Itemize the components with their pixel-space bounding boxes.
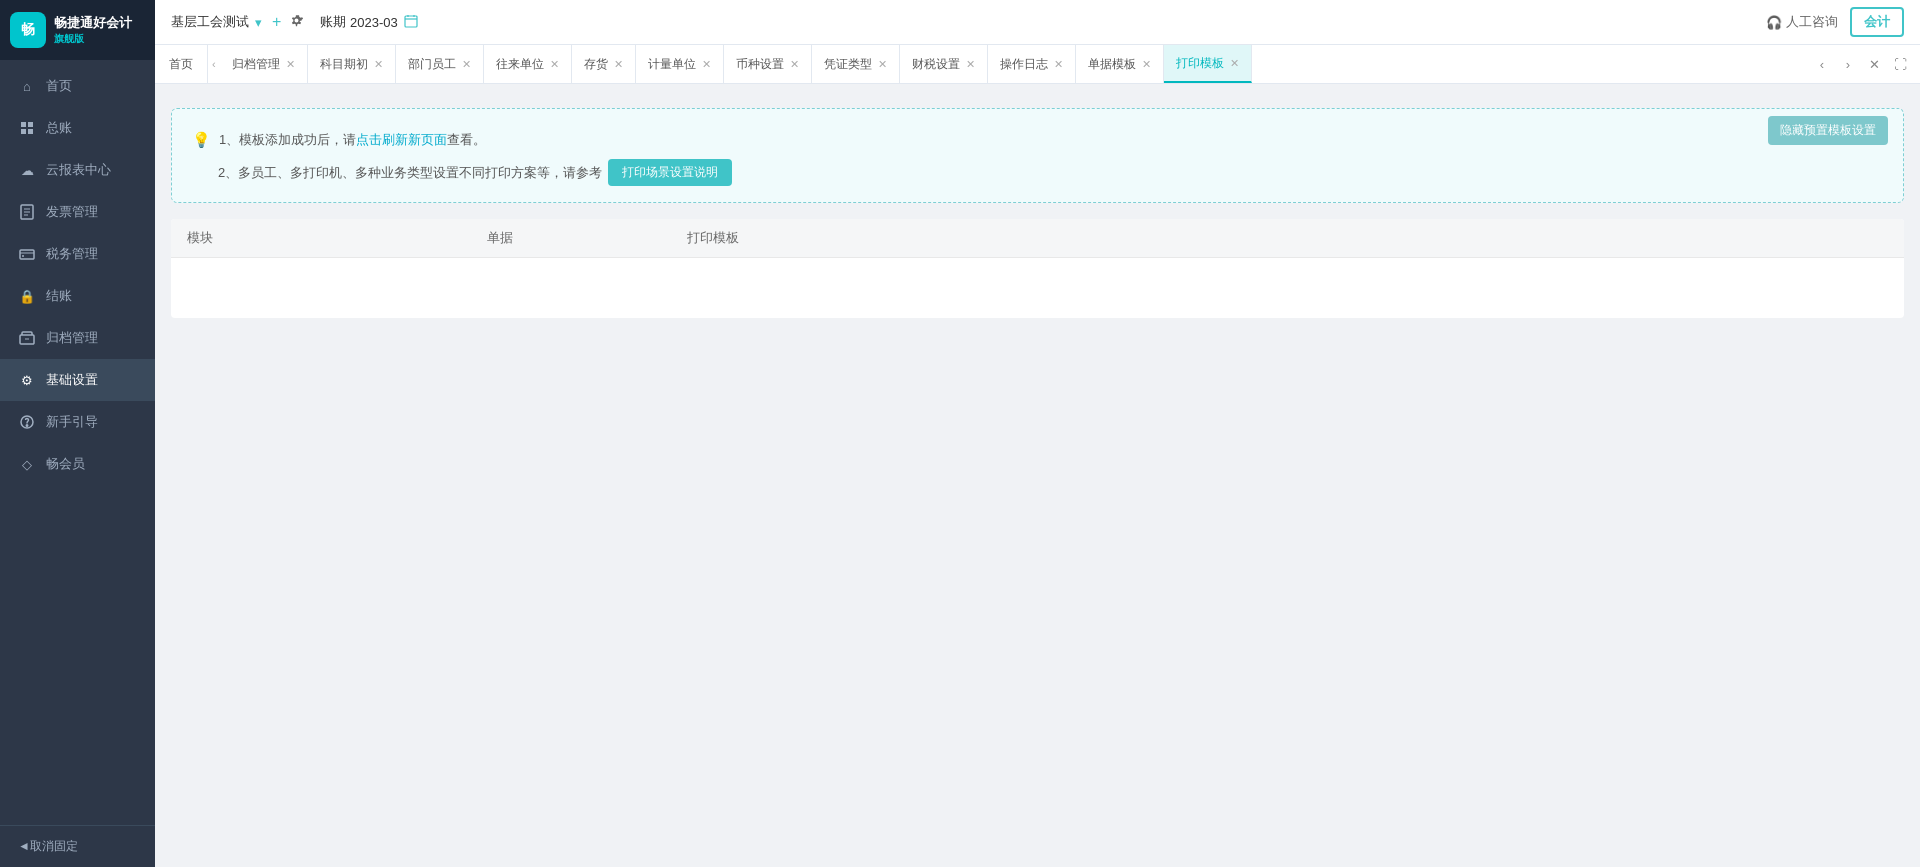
- table-header: 模块 单据 打印模板: [171, 219, 1904, 258]
- sidebar-item-member[interactable]: ◇ 畅会员: [0, 443, 155, 485]
- tab-inventory[interactable]: 存货 ✕: [572, 45, 636, 83]
- main-area: 基层工会测试 ▾ + 账期 2023-03 🎧 人工咨询: [155, 0, 1920, 867]
- notice-line-1: 💡 1、模板添加成功后，请 点击刷新新页面 查看。: [192, 125, 1883, 155]
- refresh-page-link[interactable]: 点击刷新新页面: [356, 127, 447, 153]
- svg-point-14: [26, 425, 28, 427]
- tab-single-form[interactable]: 单据模板 ✕: [1076, 45, 1164, 83]
- close-inventory-icon[interactable]: ✕: [614, 58, 623, 71]
- print-scene-setup-button[interactable]: 打印场景设置说明: [608, 159, 732, 186]
- company-name: 基层工会测试: [171, 13, 249, 31]
- tab-operation-log[interactable]: 操作日志 ✕: [988, 45, 1076, 83]
- tab-controls: ‹ › ✕ ⛶: [1802, 52, 1920, 76]
- period-label: 账期: [320, 13, 346, 31]
- tab-home[interactable]: 首页: [155, 45, 208, 83]
- tab-tax-settings[interactable]: 财税设置 ✕: [900, 45, 988, 83]
- table-header-print-template: 打印模板: [671, 219, 1904, 257]
- tab-close-all-button[interactable]: ✕: [1862, 52, 1886, 76]
- data-table: 模块 单据 打印模板: [171, 219, 1904, 318]
- top-bar-actions: +: [272, 13, 304, 31]
- tab-dept-staff[interactable]: 部门员工 ✕: [396, 45, 484, 83]
- sidebar-item-archive[interactable]: 归档管理: [0, 317, 155, 359]
- tab-nav-left-icon[interactable]: ‹: [208, 58, 220, 70]
- settings-gear-icon[interactable]: [289, 13, 304, 31]
- tab-next-button[interactable]: ›: [1836, 52, 1860, 76]
- sidebar: 畅 畅捷通好会计 旗舰版 ⌂ 首页 总账 ☁ 云报表中心: [0, 0, 155, 867]
- close-counterpart-icon[interactable]: ✕: [550, 58, 559, 71]
- svg-rect-2: [21, 129, 26, 134]
- tab-print-template[interactable]: 打印模板 ✕: [1164, 45, 1252, 83]
- close-subject-init-icon[interactable]: ✕: [374, 58, 383, 71]
- sidebar-item-reports[interactable]: ☁ 云报表中心: [0, 149, 155, 191]
- tab-subject-init[interactable]: 科目期初 ✕: [308, 45, 396, 83]
- svg-point-10: [22, 255, 24, 257]
- home-icon: ⌂: [18, 77, 36, 95]
- notice-line-2: 2、多员工、多打印机、多种业务类型设置不同打印方案等，请参考 打印场景设置说明: [192, 159, 1883, 186]
- lock-icon: 🔒: [18, 287, 36, 305]
- account-button[interactable]: 会计: [1850, 7, 1904, 37]
- top-bar: 基层工会测试 ▾ + 账期 2023-03 🎧 人工咨询: [155, 0, 1920, 45]
- logo-text: 畅捷通好会计 旗舰版: [54, 15, 132, 45]
- close-currency-icon[interactable]: ✕: [790, 58, 799, 71]
- svg-rect-8: [20, 250, 34, 259]
- sidebar-item-home[interactable]: ⌂ 首页: [0, 65, 155, 107]
- settings-icon: ⚙: [18, 371, 36, 389]
- bulb-icon: 💡: [192, 125, 211, 155]
- svg-rect-0: [21, 122, 26, 127]
- customer-service-button[interactable]: 🎧 人工咨询: [1766, 13, 1838, 31]
- headset-icon: 🎧: [1766, 15, 1782, 30]
- guide-icon: [18, 413, 36, 431]
- add-tab-button[interactable]: +: [272, 13, 281, 31]
- tab-voucher-type[interactable]: 凭证类型 ✕: [812, 45, 900, 83]
- svg-rect-3: [28, 129, 33, 134]
- hide-preview-template-button[interactable]: 隐藏预置模板设置: [1768, 116, 1888, 145]
- tax-icon: [18, 245, 36, 263]
- close-measure-unit-icon[interactable]: ✕: [702, 58, 711, 71]
- close-dept-staff-icon[interactable]: ✕: [462, 58, 471, 71]
- calendar-icon[interactable]: [404, 14, 418, 31]
- member-icon: ◇: [18, 455, 36, 473]
- logo-icon: 畅: [10, 12, 46, 48]
- cloud-icon: ☁: [18, 161, 36, 179]
- top-bar-right: 🎧 人工咨询 会计: [1766, 7, 1904, 37]
- company-chevron-icon: ▾: [255, 15, 262, 30]
- sidebar-logo: 畅 畅捷通好会计 旗舰版: [0, 0, 155, 60]
- archive-icon: [18, 329, 36, 347]
- period-value: 2023-03: [350, 15, 398, 30]
- ledger-icon: [18, 119, 36, 137]
- sidebar-nav: ⌂ 首页 总账 ☁ 云报表中心 发票管理: [0, 60, 155, 825]
- sidebar-item-tax[interactable]: 税务管理: [0, 233, 155, 275]
- sidebar-item-settlement[interactable]: 🔒 结账: [0, 275, 155, 317]
- tab-counterpart[interactable]: 往来单位 ✕: [484, 45, 572, 83]
- content-area: 隐藏预置模板设置 💡 1、模板添加成功后，请 点击刷新新页面 查看。 2、多员工…: [155, 84, 1920, 867]
- close-single-form-icon[interactable]: ✕: [1142, 58, 1151, 71]
- table-body: [171, 258, 1904, 318]
- svg-rect-1: [28, 122, 33, 127]
- company-selector[interactable]: 基层工会测试 ▾: [171, 13, 262, 31]
- tab-measure-unit[interactable]: 计量单位 ✕: [636, 45, 724, 83]
- table-header-module: 模块: [171, 219, 471, 257]
- close-archive-mgmt-icon[interactable]: ✕: [286, 58, 295, 71]
- tab-prev-button[interactable]: ‹: [1810, 52, 1834, 76]
- svg-rect-15: [405, 16, 417, 27]
- close-tax-settings-icon[interactable]: ✕: [966, 58, 975, 71]
- tab-archive-mgmt[interactable]: 归档管理 ✕: [220, 45, 308, 83]
- info-notice: 💡 1、模板添加成功后，请 点击刷新新页面 查看。 2、多员工、多打印机、多种业…: [171, 108, 1904, 203]
- close-voucher-type-icon[interactable]: ✕: [878, 58, 887, 71]
- close-print-template-icon[interactable]: ✕: [1230, 57, 1239, 70]
- invoice-icon: [18, 203, 36, 221]
- tab-fullscreen-button[interactable]: ⛶: [1888, 52, 1912, 76]
- table-header-document: 单据: [471, 219, 671, 257]
- close-operation-log-icon[interactable]: ✕: [1054, 58, 1063, 71]
- tab-currency[interactable]: 币种设置 ✕: [724, 45, 812, 83]
- sidebar-item-guide[interactable]: 新手引导: [0, 401, 155, 443]
- accounting-period: 账期 2023-03: [320, 13, 417, 31]
- content-wrapper: 隐藏预置模板设置 💡 1、模板添加成功后，请 点击刷新新页面 查看。 2、多员工…: [171, 100, 1904, 318]
- sidebar-footer-unpin[interactable]: ◄取消固定: [0, 825, 155, 867]
- sidebar-item-invoice[interactable]: 发票管理: [0, 191, 155, 233]
- sidebar-item-basic[interactable]: ⚙ 基础设置: [0, 359, 155, 401]
- tab-bar: 首页 ‹ 归档管理 ✕ 科目期初 ✕ 部门员工 ✕ 往来单位 ✕ 存货 ✕: [155, 45, 1920, 84]
- sidebar-item-ledger[interactable]: 总账: [0, 107, 155, 149]
